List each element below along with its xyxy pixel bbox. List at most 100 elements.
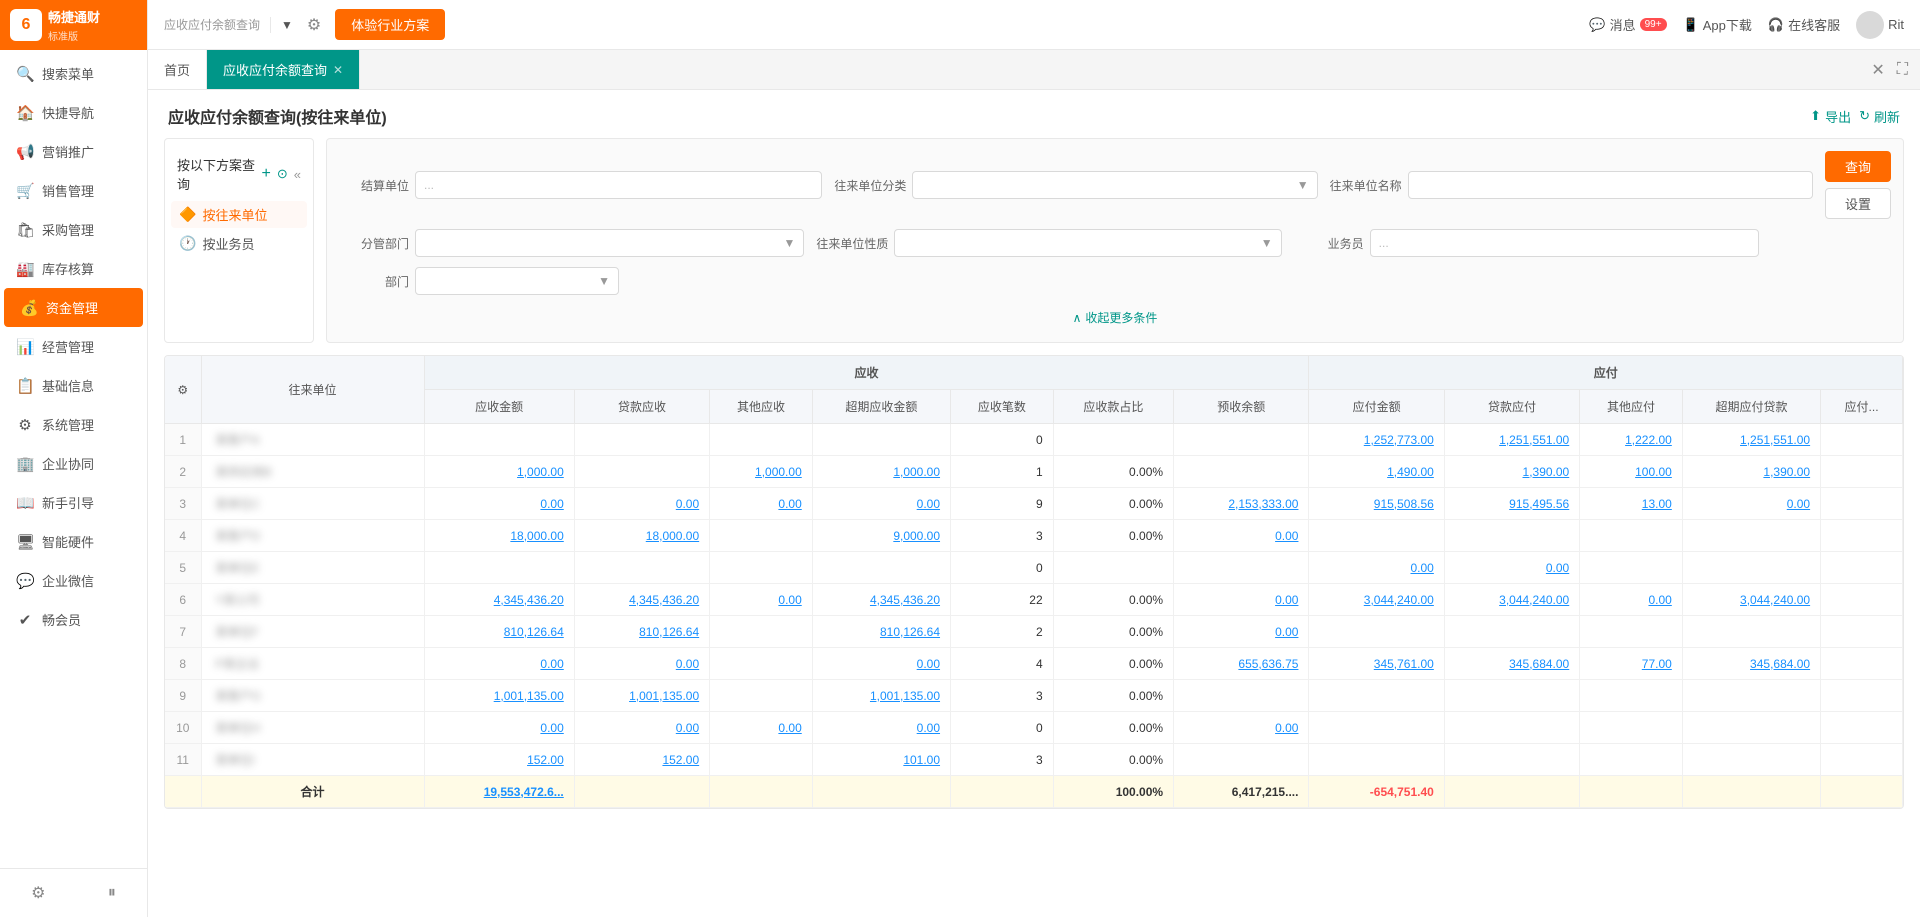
cell-ap_overdue-5 <box>1682 552 1820 584</box>
system-icon: ⚙ <box>16 416 34 434</box>
filter-add-btn[interactable]: + <box>262 165 271 183</box>
cell-ar_loan-7: 810,126.64 <box>574 616 709 648</box>
avatar <box>1856 11 1884 39</box>
sidebar-item-operation[interactable]: 📊经营管理 <box>0 327 147 366</box>
download-icon: 📱 <box>1683 17 1699 33</box>
sidebar-item-system[interactable]: ⚙系统管理 <box>0 405 147 444</box>
tab-home[interactable]: 首页 <box>148 50 207 89</box>
settlement-input[interactable]: ... <box>415 171 822 199</box>
cell-ar_overdue-3: 0.00 <box>812 488 950 520</box>
cell-ap_loan-7 <box>1444 616 1579 648</box>
unit-name-cell-10: 某单位H <box>201 712 424 744</box>
sidebar-item-label-guide: 新手引导 <box>42 493 94 512</box>
cell-ar_overdue-5 <box>812 552 950 584</box>
header-gear-icon[interactable]: ⚙ <box>303 11 325 39</box>
sidebar-item-nav[interactable]: 🏠 快捷导航 <box>0 93 147 132</box>
total-ap-amount: -654,751.40 <box>1309 776 1444 808</box>
gear-column-header[interactable]: ⚙ <box>165 356 201 424</box>
tab-bar-right: ✕ ⛶ <box>1859 50 1920 89</box>
settings-icon[interactable]: ⚙ <box>21 877 55 909</box>
cell-ap_overdue-6: 3,044,240.00 <box>1682 584 1820 616</box>
filter-by-employee[interactable]: 🕐 按业务员 <box>171 230 307 257</box>
collapse-icon[interactable]: ⏸ <box>98 878 126 908</box>
sidebar-item-purchase[interactable]: 🛍采购管理 <box>0 210 147 249</box>
header-cta-button[interactable]: 体验行业方案 <box>335 9 445 40</box>
sidebar-item-guide[interactable]: 📖新手引导 <box>0 483 147 522</box>
query-button[interactable]: 查询 <box>1825 151 1891 182</box>
sidebar-item-enterprise[interactable]: 🏢企业协同 <box>0 444 147 483</box>
filter-collapse-btn[interactable]: « <box>294 167 301 182</box>
query-row-1: 结算单位 ... 往来单位分类 ▼ 往来单位名称 <box>339 151 1891 219</box>
export-button[interactable]: ⬆ 导出 <box>1810 107 1851 126</box>
cell-ar_ratio-2: 0.00% <box>1053 456 1173 488</box>
cell-ar_prepay-5 <box>1174 552 1309 584</box>
cell-ar_ratio-9: 0.00% <box>1053 680 1173 712</box>
tab-close-window-icon[interactable]: ✕ <box>1871 60 1884 80</box>
unit-type-select[interactable]: ▼ <box>912 171 1317 199</box>
sidebar: 6 畅捷通财 标准版 🔍搜索菜单🏠快捷导航📢营销推广🛒销售管理🛍采购管理🏭库存核… <box>0 0 148 917</box>
cell-ar_count-5: 0 <box>951 552 1054 584</box>
tab-ar-ap[interactable]: 应收应付余额查询 ✕ <box>207 50 360 89</box>
cell-ar_prepay-8: 655,636.75 <box>1174 648 1309 680</box>
sidebar-item-member[interactable]: ✔畅会员 <box>0 600 147 639</box>
dept-select[interactable]: ▼ <box>415 229 804 257</box>
sidebar-item-label-wechat: 企业微信 <box>42 571 94 590</box>
cell-ar_count-1: 0 <box>951 424 1054 456</box>
app-version: 标准版 <box>48 28 100 43</box>
collapse-button[interactable]: ∧ 收起更多条件 <box>339 305 1891 330</box>
cell-ar_loan-4: 18,000.00 <box>574 520 709 552</box>
cell-ar_overdue-7: 810,126.64 <box>812 616 950 648</box>
sidebar-item-label-nav: 快捷导航 <box>42 103 94 122</box>
cell-ar_loan-11: 152.00 <box>574 744 709 776</box>
sidebar-item-search[interactable]: 🔍搜索菜单 <box>0 54 147 93</box>
table-total-row: 合计 19,553,472.6... 100.00% 6,417,215....… <box>165 776 1903 808</box>
cell-ar_ratio-5 <box>1053 552 1173 584</box>
unit-nature-select[interactable]: ▼ <box>894 229 1281 257</box>
refresh-icon: ↻ <box>1859 108 1870 124</box>
cell-ar_other-6: 0.00 <box>710 584 813 616</box>
cell-ap_other-7 <box>1580 616 1683 648</box>
cell-ap_other-6: 0.00 <box>1580 584 1683 616</box>
cell-ar_other-1 <box>710 424 813 456</box>
unit-name-cell-3: 某单位C <box>201 488 424 520</box>
user-profile[interactable]: Rit <box>1856 11 1904 39</box>
refresh-button[interactable]: ↻ 刷新 <box>1859 107 1900 126</box>
cell-ar_other-10: 0.00 <box>710 712 813 744</box>
sidebar-item-hardware[interactable]: 🖥智能硬件 <box>0 522 147 561</box>
branch-select[interactable]: ▼ <box>415 267 619 295</box>
cell-ap_loan-5: 0.00 <box>1444 552 1579 584</box>
cell-ap_tail-8 <box>1821 648 1903 680</box>
page-actions: ⬆ 导出 ↻ 刷新 <box>1810 107 1900 126</box>
sidebar-item-finance[interactable]: 💰资金管理 <box>4 288 143 327</box>
cell-ap_amount-10 <box>1309 712 1444 744</box>
ap-loan-header: 贷款应付 <box>1444 390 1579 424</box>
sidebar-item-basic[interactable]: 📋基础信息 <box>0 366 147 405</box>
sidebar-item-wechat[interactable]: 💬企业微信 <box>0 561 147 600</box>
messages-button[interactable]: 💬 消息 99+ <box>1589 15 1666 34</box>
tab-bar: 首页 应收应付余额查询 ✕ ✕ ⛶ <box>148 50 1920 90</box>
main-content: 应收应付余额查询(按往来单位) ⬆ 导出 ↻ 刷新 按以下方案查询 + ⊙ <box>148 90 1920 917</box>
cell-ar_count-4: 3 <box>951 520 1054 552</box>
sidebar-item-inventory[interactable]: 🏭库存核算 <box>0 249 147 288</box>
filter-settings-btn[interactable]: ⊙ <box>277 166 288 182</box>
sidebar-item-marketing[interactable]: 📢营销推广 <box>0 132 147 171</box>
sidebar-item-sales[interactable]: 🛒销售管理 <box>0 171 147 210</box>
tab-maximize-icon[interactable]: ⛶ <box>1897 61 1908 79</box>
filter-by-unit[interactable]: 🔶 按往来单位 <box>171 201 307 228</box>
cell-ar_count-11: 3 <box>951 744 1054 776</box>
cell-ap_overdue-7 <box>1682 616 1820 648</box>
app-download-button[interactable]: 📱 App下载 <box>1683 15 1752 34</box>
cell-ar_other-5 <box>710 552 813 584</box>
header-dropdown[interactable]: ▼ <box>281 18 293 32</box>
unit-name-input[interactable] <box>1408 171 1813 199</box>
tab-close-icon[interactable]: ✕ <box>333 63 343 77</box>
cell-ar_loan-8: 0.00 <box>574 648 709 680</box>
nav-icon: 🏠 <box>16 104 34 122</box>
cell-ar_other-4 <box>710 520 813 552</box>
unit-name-cell-6: Y某公司 <box>201 584 424 616</box>
salesperson-input[interactable]: ... <box>1370 229 1759 257</box>
table-section: ⚙ 往来单位 应收 应付 应收金额 贷款应收 其他应收 超期应收金额 应收笔数 … <box>148 355 1920 825</box>
online-service-button[interactable]: 🎧 在线客服 <box>1768 15 1840 34</box>
cell-ar_amount-6: 4,345,436.20 <box>424 584 574 616</box>
settings-button[interactable]: 设置 <box>1825 188 1891 219</box>
